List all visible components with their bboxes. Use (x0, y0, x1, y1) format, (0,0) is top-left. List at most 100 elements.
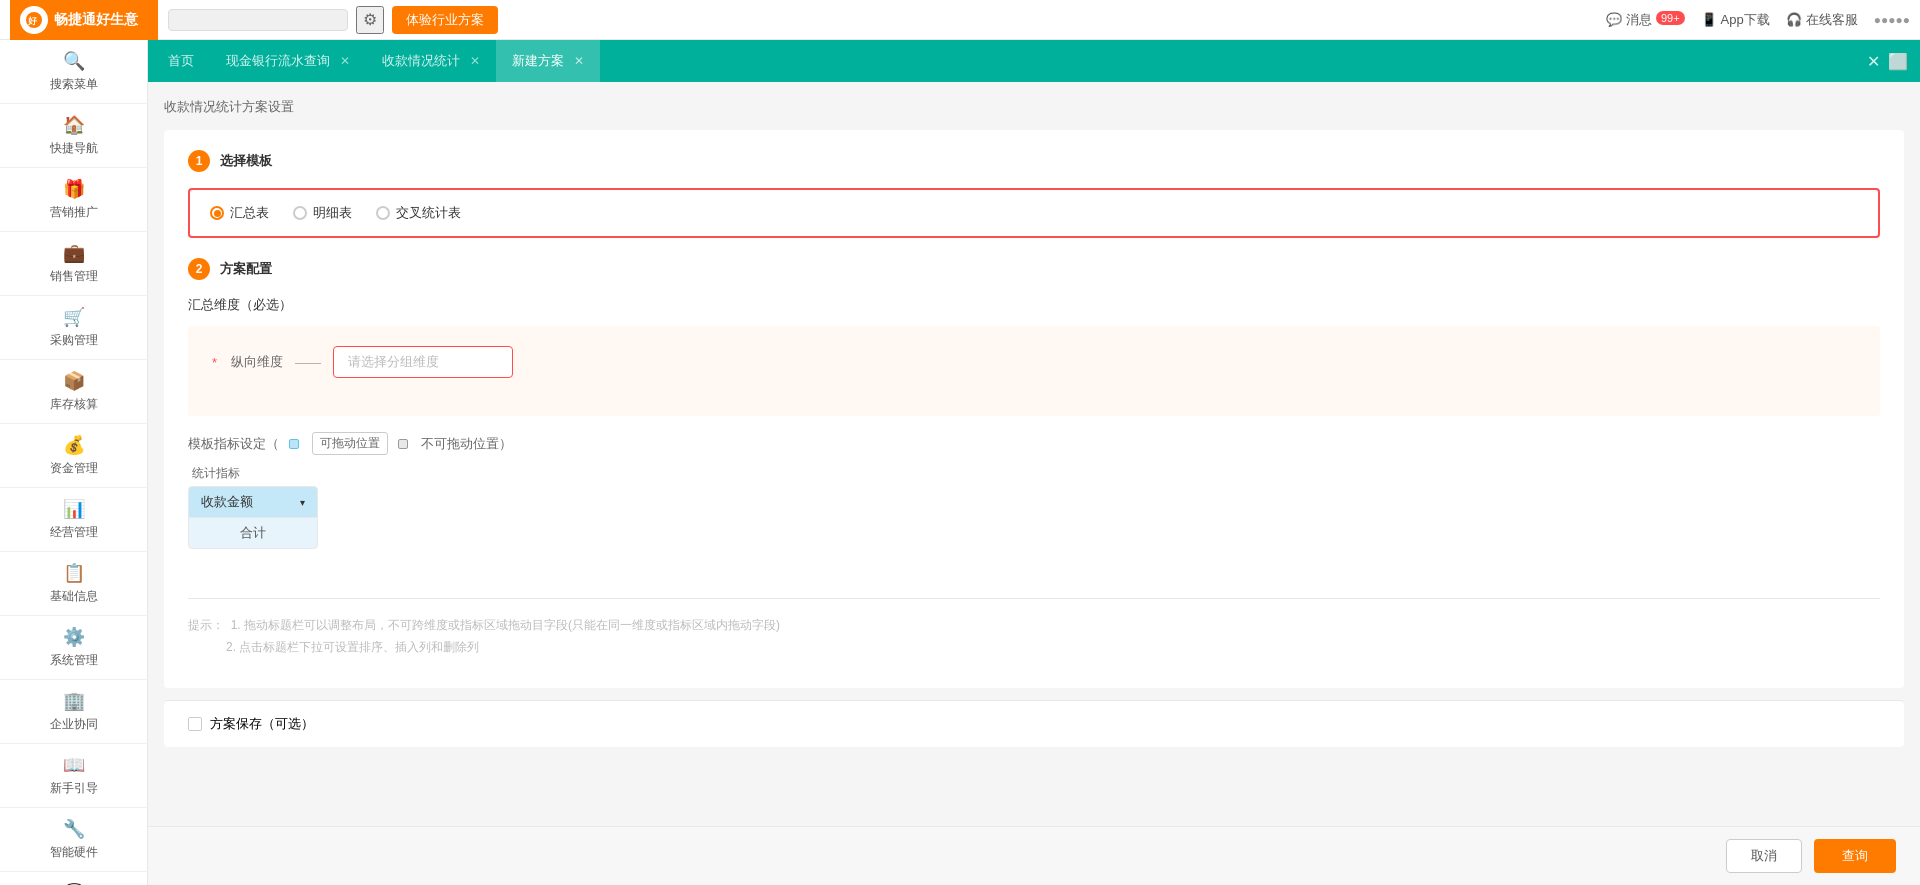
sidebar-item-nav[interactable]: 🏠 快捷导航 (0, 104, 147, 168)
arrow-icon: —— (295, 355, 321, 370)
step2-label: 方案配置 (220, 260, 272, 278)
support-label: 在线客服 (1806, 11, 1858, 29)
inventory-icon: 📦 (63, 370, 85, 392)
breadcrumb-bar: ⚙ 体验行业方案 (158, 6, 1606, 34)
sidebar-item-purchase[interactable]: 🛒 采购管理 (0, 296, 147, 360)
immovable-tag: 不可拖动位置） (421, 435, 512, 453)
sidebar-label-search: 搜索菜单 (50, 76, 98, 93)
step1-header: 1 选择模板 (188, 150, 1880, 172)
messages-label: 消息 (1626, 11, 1652, 29)
column-dropdown-arrow[interactable]: ▾ (300, 497, 305, 508)
tip2: 2. 点击标题栏下拉可设置排序、插入列和删除列 (188, 637, 1880, 659)
sidebar-item-base[interactable]: 📋 基础信息 (0, 552, 147, 616)
query-button[interactable]: 查询 (1814, 839, 1896, 873)
radio-cross[interactable]: 交叉统计表 (376, 204, 461, 222)
sidebar-label-base: 基础信息 (50, 588, 98, 605)
save-option: 方案保存（可选） (164, 700, 1904, 747)
sidebar-item-marketing[interactable]: 🎁 营销推广 (0, 168, 147, 232)
tip1: 提示： 1. 拖动标题栏可以调整布局，不可跨维度或指标区域拖动目字段(只能在同一… (188, 615, 1880, 637)
top-right-area: 💬 消息 99+ 📱 App下载 🎧 在线客服 ●●●●● (1606, 11, 1910, 29)
cancel-button[interactable]: 取消 (1726, 839, 1802, 873)
sidebar-item-system[interactable]: ⚙️ 系统管理 (0, 616, 147, 680)
radio-cross-label: 交叉统计表 (396, 204, 461, 222)
movable-tag: 可拖动位置 (312, 432, 388, 455)
sidebar-item-search[interactable]: 🔍 搜索菜单 (0, 40, 147, 104)
sidebar-label-management: 经营管理 (50, 524, 98, 541)
save-checkbox[interactable] (188, 717, 202, 731)
indicator-column-header[interactable]: 收款金额 ▾ (189, 487, 317, 518)
main-layout: 🔍 搜索菜单 🏠 快捷导航 🎁 营销推广 💼 销售管理 🛒 采购管理 📦 库存核… (0, 0, 1920, 885)
sidebar-item-hardware[interactable]: 🔧 智能硬件 (0, 808, 147, 872)
radio-detail-circle (293, 206, 307, 220)
movable-indicator-grey (398, 439, 408, 449)
tab-close-btn[interactable]: ✕ (1867, 52, 1880, 71)
summary-dimension-title: 汇总维度（必选） (188, 296, 1880, 314)
sidebar-label-nav: 快捷导航 (50, 140, 98, 157)
tab-bank-flow-close[interactable]: ✕ (340, 54, 350, 68)
support-icon: 🎧 (1786, 12, 1802, 27)
sidebar-label-purchase: 采购管理 (50, 332, 98, 349)
sidebar-label-hardware: 智能硬件 (50, 844, 98, 861)
step2-section: 2 方案配置 汇总维度（必选） * 纵向维度 —— 请选择分组维度 (188, 258, 1880, 668)
summary-title-text: 汇总维度（必选） (188, 297, 292, 312)
sidebar-label-marketing: 营销推广 (50, 204, 98, 221)
main-card: 1 选择模板 汇总表 明细表 (164, 130, 1904, 688)
column-header-label: 收款金额 (201, 493, 253, 511)
radio-summary[interactable]: 汇总表 (210, 204, 269, 222)
step1-label: 选择模板 (220, 152, 272, 170)
step2-badge: 2 (188, 258, 210, 280)
tab-home[interactable]: 首页 (152, 40, 210, 82)
radio-cross-circle (376, 206, 390, 220)
tab-bank-flow[interactable]: 现金银行流水查询 ✕ (210, 40, 366, 82)
corp-icon: 🏢 (63, 690, 85, 712)
tab-new-plan-close[interactable]: ✕ (574, 54, 584, 68)
step2-header: 2 方案配置 (188, 258, 1880, 280)
dimension-placeholder: 请选择分组维度 (348, 354, 439, 369)
page-title: 收款情况统计方案设置 (164, 98, 1904, 116)
messages-item[interactable]: 💬 消息 99+ (1606, 11, 1685, 29)
vertical-label: 纵向维度 (231, 353, 283, 371)
sidebar-item-finance[interactable]: 💰 资金管理 (0, 424, 147, 488)
download-label: App下载 (1721, 11, 1770, 29)
tab-receipt-stats[interactable]: 收款情况统计 ✕ (366, 40, 496, 82)
sidebar-item-wechat[interactable]: 💬 企业微信 (0, 872, 147, 885)
sidebar-item-management[interactable]: 📊 经营管理 (0, 488, 147, 552)
tab-receipt-stats-label: 收款情况统计 (382, 52, 460, 70)
content-area: 首页 现金银行流水查询 ✕ 收款情况统计 ✕ 新建方案 ✕ ✕ ⬜ 收款情况统计… (148, 40, 1920, 885)
management-icon: 📊 (63, 498, 85, 520)
template-radio-group: 汇总表 明细表 交叉统计表 (210, 204, 461, 222)
user-name: ●●●●● (1874, 13, 1910, 27)
sidebar-item-sales[interactable]: 💼 销售管理 (0, 232, 147, 296)
sidebar-item-inventory[interactable]: 📦 库存核算 (0, 360, 147, 424)
radio-detail[interactable]: 明细表 (293, 204, 352, 222)
tab-receipt-stats-close[interactable]: ✕ (470, 54, 480, 68)
download-item[interactable]: 📱 App下载 (1701, 11, 1770, 29)
save-label: 方案保存（可选） (210, 715, 314, 733)
download-icon: 📱 (1701, 12, 1717, 27)
search-icon: 🔍 (63, 50, 85, 72)
trial-btn[interactable]: 体验行业方案 (392, 6, 498, 34)
sidebar-item-corp[interactable]: 🏢 企业协同 (0, 680, 147, 744)
tab-bank-flow-label: 现金银行流水查询 (226, 52, 330, 70)
system-icon: ⚙️ (63, 626, 85, 648)
sidebar-item-guide[interactable]: 📖 新手引导 (0, 744, 147, 808)
sidebar-label-corp: 企业协同 (50, 716, 98, 733)
guide-icon: 📖 (63, 754, 85, 776)
tab-expand-btn[interactable]: ⬜ (1888, 52, 1908, 71)
indicator-section-label: 统计指标 (188, 465, 1880, 482)
tab-bar-right: ✕ ⬜ (1867, 52, 1916, 71)
finance-icon: 💰 (63, 434, 85, 456)
tab-new-plan-label: 新建方案 (512, 52, 564, 70)
indicator-settings-label: 模板指标设定（ (188, 435, 279, 453)
breadcrumb-input[interactable] (168, 9, 348, 31)
movable-indicator-blue (289, 439, 299, 449)
settings-icon-btn[interactable]: ⚙ (356, 6, 384, 34)
dimension-selector[interactable]: 请选择分组维度 (333, 346, 513, 378)
indicator-table: 收款金额 ▾ 合计 (188, 486, 318, 549)
tab-new-plan[interactable]: 新建方案 ✕ (496, 40, 600, 82)
radio-detail-label: 明细表 (313, 204, 352, 222)
radio-summary-label: 汇总表 (230, 204, 269, 222)
user-item[interactable]: ●●●●● (1874, 13, 1910, 27)
home-icon: 🏠 (63, 114, 85, 136)
support-item[interactable]: 🎧 在线客服 (1786, 11, 1858, 29)
